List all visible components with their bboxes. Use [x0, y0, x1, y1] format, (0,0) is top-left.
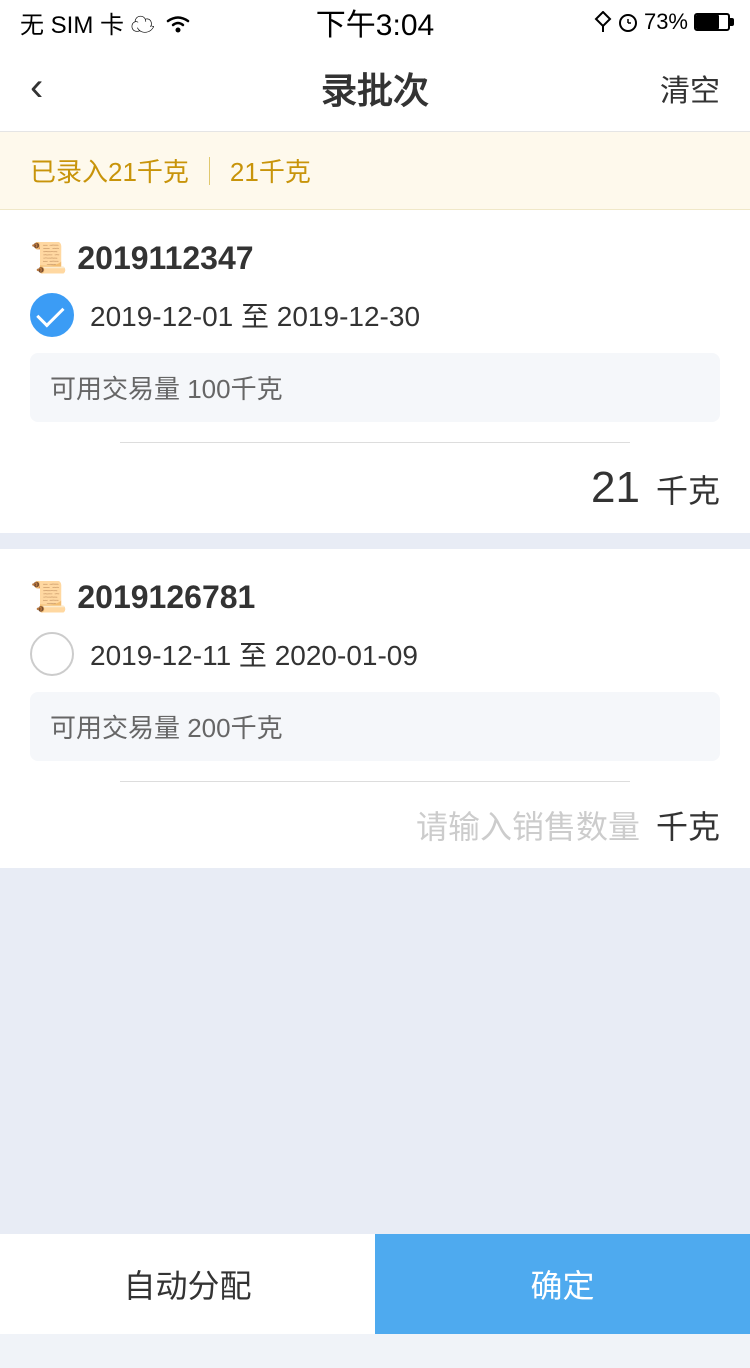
batch-id-1: 2019112347	[77, 240, 253, 277]
wifi-icon	[163, 11, 193, 33]
batch-icon-2: 📜	[30, 580, 67, 615]
location-icon	[594, 11, 612, 33]
battery-icon	[694, 13, 730, 31]
input-unit-2: 千克	[656, 802, 720, 848]
batch-date-row-1: 2019-12-01 至 2019-12-30	[30, 293, 720, 337]
recorded-label: 已录入21千克	[30, 152, 189, 189]
batch-header-1: 📜 2019112347	[30, 240, 720, 277]
avail-box-2: 可用交易量 200千克	[30, 692, 720, 761]
status-right: 73%	[594, 9, 730, 35]
batch-header-2: 📜 2019126781	[30, 579, 720, 616]
status-time: 下午3:04	[316, 0, 434, 44]
avail-box-1: 可用交易量 100千克	[30, 353, 720, 422]
batch-date-row-2: 2019-12-11 至 2020-01-09	[30, 632, 720, 676]
battery-percent: 73%	[644, 9, 688, 35]
radio-2[interactable]	[30, 632, 74, 676]
alarm-icon	[618, 11, 638, 33]
auto-distribute-button[interactable]: 自动分配	[0, 1234, 375, 1334]
page-content: 已录入21千克 21千克 📜 2019112347 2019-12-01 至 2…	[0, 132, 750, 1368]
batch-card-1: 📜 2019112347 2019-12-01 至 2019-12-30 可用交…	[0, 210, 750, 533]
card-separator	[0, 533, 750, 549]
batch-icon-1: 📜	[30, 241, 67, 276]
batch-card-2: 📜 2019126781 2019-12-11 至 2020-01-09 可用交…	[0, 549, 750, 868]
bg-area	[0, 868, 750, 1268]
status-left: 无 SIM 卡 ☁	[20, 5, 193, 40]
info-banner: 已录入21千克 21千克	[0, 132, 750, 210]
quantity-input[interactable]	[240, 809, 640, 846]
recorded-value: 21千克	[230, 152, 311, 189]
amount-unit-1: 千克	[656, 466, 720, 512]
back-button[interactable]: ‹	[30, 65, 90, 110]
sim-label: 无 SIM 卡 ☁	[20, 5, 155, 40]
confirm-button[interactable]: 确定	[375, 1234, 750, 1334]
batch-id-2: 2019126781	[77, 579, 255, 616]
batch-date-1: 2019-12-01 至 2019-12-30	[90, 295, 420, 335]
status-bar: 无 SIM 卡 ☁ 下午3:04 73%	[0, 0, 750, 44]
clear-button[interactable]: 清空	[660, 66, 720, 110]
input-row-2: 千克	[0, 782, 750, 868]
nav-bar: ‹ 录批次 清空	[0, 44, 750, 132]
bottom-bar: 自动分配 确定	[0, 1234, 750, 1334]
info-divider	[209, 157, 210, 185]
radio-1[interactable]	[30, 293, 74, 337]
page-title: 录批次	[321, 62, 429, 114]
amount-row-1: 21 千克	[0, 443, 750, 533]
amount-value-1: 21	[591, 463, 640, 513]
batch-date-2: 2019-12-11 至 2020-01-09	[90, 634, 418, 674]
